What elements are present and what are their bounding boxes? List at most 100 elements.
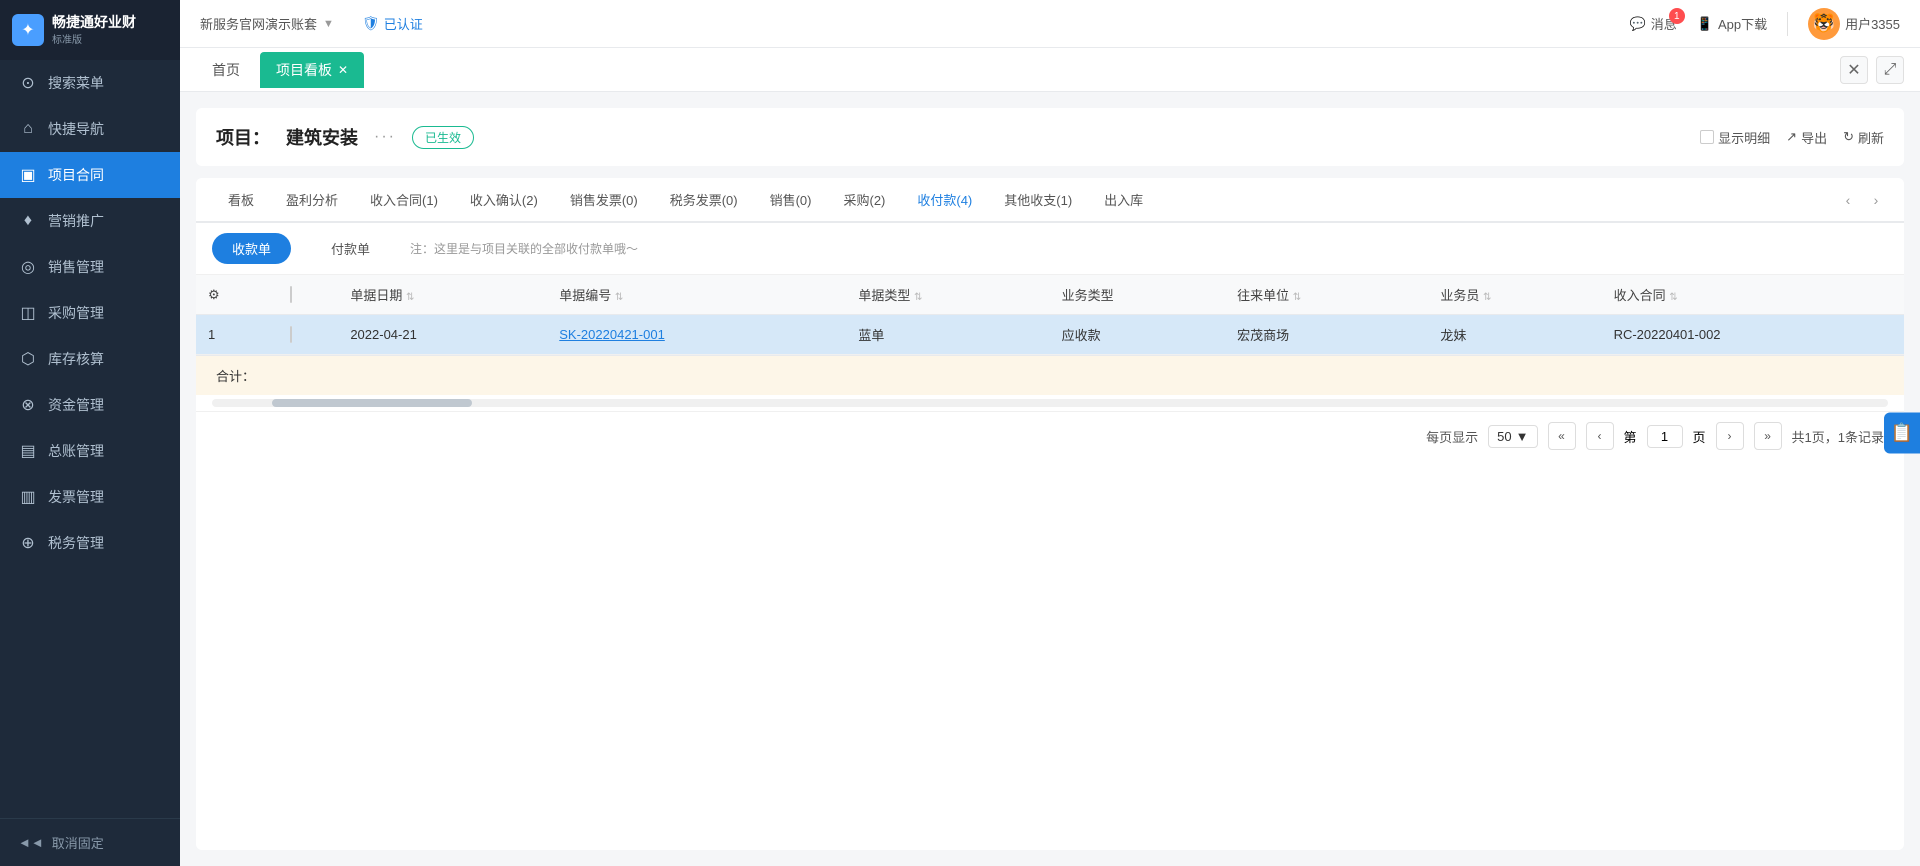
app-download-label: App下载 [1718,14,1767,33]
tab-expand-button[interactable]: ⤢ [1876,56,1904,84]
col-settings[interactable]: ⚙ [196,275,278,315]
tab-project-board[interactable]: 项目看板 ✕ [260,52,364,88]
floating-icon: 📋 [1891,423,1913,443]
refresh-label: 刷新 [1858,128,1884,147]
tab-close-icon[interactable]: ✕ [338,63,348,77]
sidebar-item-tax[interactable]: ⊕ 税务管理 [0,520,180,566]
col-type[interactable]: 单据类型 ⇅ [846,275,1049,315]
col-number[interactable]: 单据编号 ⇅ [547,275,846,315]
cell-biz-type: 应收款 [1050,315,1226,355]
scrollbar-thumb[interactable] [272,399,472,407]
account-selector[interactable]: 新服务官网演示账套 ▼ [200,14,334,33]
show-detail-toggle[interactable]: 显示明细 [1700,128,1770,147]
row-checkbox[interactable] [290,326,292,343]
sidebar-item-marketing[interactable]: ♦ 营销推广 [0,198,180,244]
sidebar-unpin[interactable]: ◄◄ 取消固定 [0,818,180,866]
col-checkbox[interactable] [278,275,338,315]
sort-icon: ⇅ [406,292,414,303]
header-checkbox[interactable] [290,286,292,303]
table-wrapper: ⚙ 单据日期 ⇅ 单据编号 ⇅ [196,275,1904,850]
topbar-left: 新服务官网演示账套 ▼ 🛡 已认证 [200,14,1630,33]
table-row[interactable]: 1 2022-04-21 SK-20220421-001 蓝单 应收款 宏茂商场 [196,315,1904,355]
subtab-tax-invoice[interactable]: 税务发票(0) [654,178,754,223]
next-page-btn[interactable]: › [1716,422,1744,450]
subtab-next-btn[interactable]: › [1864,188,1888,212]
sidebar-item-inventory[interactable]: ⬡ 库存核算 [0,336,180,382]
tax-icon: ⊕ [18,533,38,553]
avatar: 🐯 [1808,8,1840,40]
sidebar-item-finance[interactable]: ⊗ 资金管理 [0,382,180,428]
subtabs: 看板 盈利分析 收入合同(1) 收入确认(2) 销售发票(0) 税务发票(0) [196,178,1904,223]
subtab-profit[interactable]: 盈利分析 [270,178,354,223]
show-detail-label: 显示明细 [1718,128,1770,147]
tab-close-button[interactable]: ✕ [1840,56,1868,84]
subtab-purchase[interactable]: 采购(2) [827,178,901,223]
sidebar-item-label: 发票管理 [48,487,104,507]
tab-actions: ✕ ⤢ [1840,56,1904,84]
receipt-filter-btn[interactable]: 收款单 [212,233,291,264]
sidebar-item-invoice[interactable]: ▥ 发票管理 [0,474,180,520]
home-icon: ⌂ [18,120,38,138]
subtab-in-out[interactable]: 出入库 [1088,178,1159,223]
document-link[interactable]: SK-20220421-001 [559,327,665,342]
subtab-kanban[interactable]: 看板 [212,178,270,223]
message-action[interactable]: 💬 消息 1 [1630,14,1677,33]
sidebar-item-quick-nav[interactable]: ⌂ 快捷导航 [0,106,180,152]
sort-icon: ⇅ [1483,292,1491,303]
purchase-icon: ◫ [18,303,38,323]
col-salesman[interactable]: 业务员 ⇅ [1428,275,1601,315]
cell-checkbox[interactable] [278,315,338,355]
sidebar-item-sales[interactable]: ◎ 销售管理 [0,244,180,290]
col-partner[interactable]: 往来单位 ⇅ [1225,275,1428,315]
col-date[interactable]: 单据日期 ⇅ [338,275,547,315]
sidebar-item-purchase[interactable]: ◫ 采购管理 [0,290,180,336]
cell-income-contract: RC-20220401-002 [1602,315,1904,355]
sidebar-item-label: 资金管理 [48,395,104,415]
cell-type: 蓝单 [846,315,1049,355]
summary-row: 合计： [196,355,1904,395]
unpin-label: 取消固定 [52,833,104,852]
filter-bar: 收款单 付款单 注：这里是与项目关联的全部收付款单哦～ [196,223,1904,275]
user-profile[interactable]: 🐯 用户3355 [1808,8,1900,40]
sort-icon: ⇅ [914,292,922,303]
page-label: 第 [1624,427,1637,446]
subtab-sales-invoice[interactable]: 销售发票(0) [554,178,654,223]
refresh-button[interactable]: ↻ 刷新 [1843,128,1884,147]
tab-project-board-label: 项目看板 [276,60,332,80]
invoice-icon: ▥ [18,487,38,507]
subtab-receipt[interactable]: 收付款(4) [901,178,988,223]
app-download-action[interactable]: 📱 App下载 [1697,14,1767,33]
chevron-down-icon: ▼ [323,18,334,30]
subtab-prev-btn[interactable]: ‹ [1836,188,1860,212]
export-button[interactable]: ↗ 导出 [1786,128,1827,147]
sidebar-item-label: 项目合同 [48,165,104,185]
subtab-income-confirm[interactable]: 收入确认(2) [454,178,554,223]
chevron-down-icon: ▼ [1516,429,1529,444]
prev-page-btn[interactable]: ‹ [1586,422,1614,450]
per-page-select[interactable]: 50 ▼ [1488,425,1537,448]
sidebar-item-project-contract[interactable]: ▣ 项目合同 [0,152,180,198]
subtab-income-contract[interactable]: 收入合同(1) [354,178,454,223]
more-options-icon[interactable]: ··· [374,128,396,146]
subtab-other-income[interactable]: 其他收支(1) [988,178,1088,223]
last-page-btn[interactable]: » [1754,422,1782,450]
status-badge: 已生效 [412,126,474,149]
page-suffix: 页 [1693,427,1706,446]
project-name: 建筑安装 [286,124,358,150]
sidebar-item-search[interactable]: ⊙ 搜索菜单 [0,60,180,106]
shield-icon: 🛡 [362,15,380,32]
cell-number[interactable]: SK-20220421-001 [547,315,846,355]
col-income-contract[interactable]: 收入合同 ⇅ [1602,275,1904,315]
horizontal-scrollbar[interactable] [212,399,1888,407]
tab-home-label: 首页 [212,60,240,80]
subtab-sales[interactable]: 销售(0) [754,178,828,223]
floating-right-button[interactable]: 📋 [1884,413,1920,454]
sidebar-item-label: 销售管理 [48,257,104,277]
first-page-btn[interactable]: « [1548,422,1576,450]
payment-filter-btn[interactable]: 付款单 [311,233,390,264]
cell-date: 2022-04-21 [338,315,547,355]
tab-home[interactable]: 首页 [196,52,256,88]
logo-sub: 标准版 [52,31,136,46]
sidebar-item-ledger[interactable]: ▤ 总账管理 [0,428,180,474]
page-input[interactable] [1647,425,1683,448]
